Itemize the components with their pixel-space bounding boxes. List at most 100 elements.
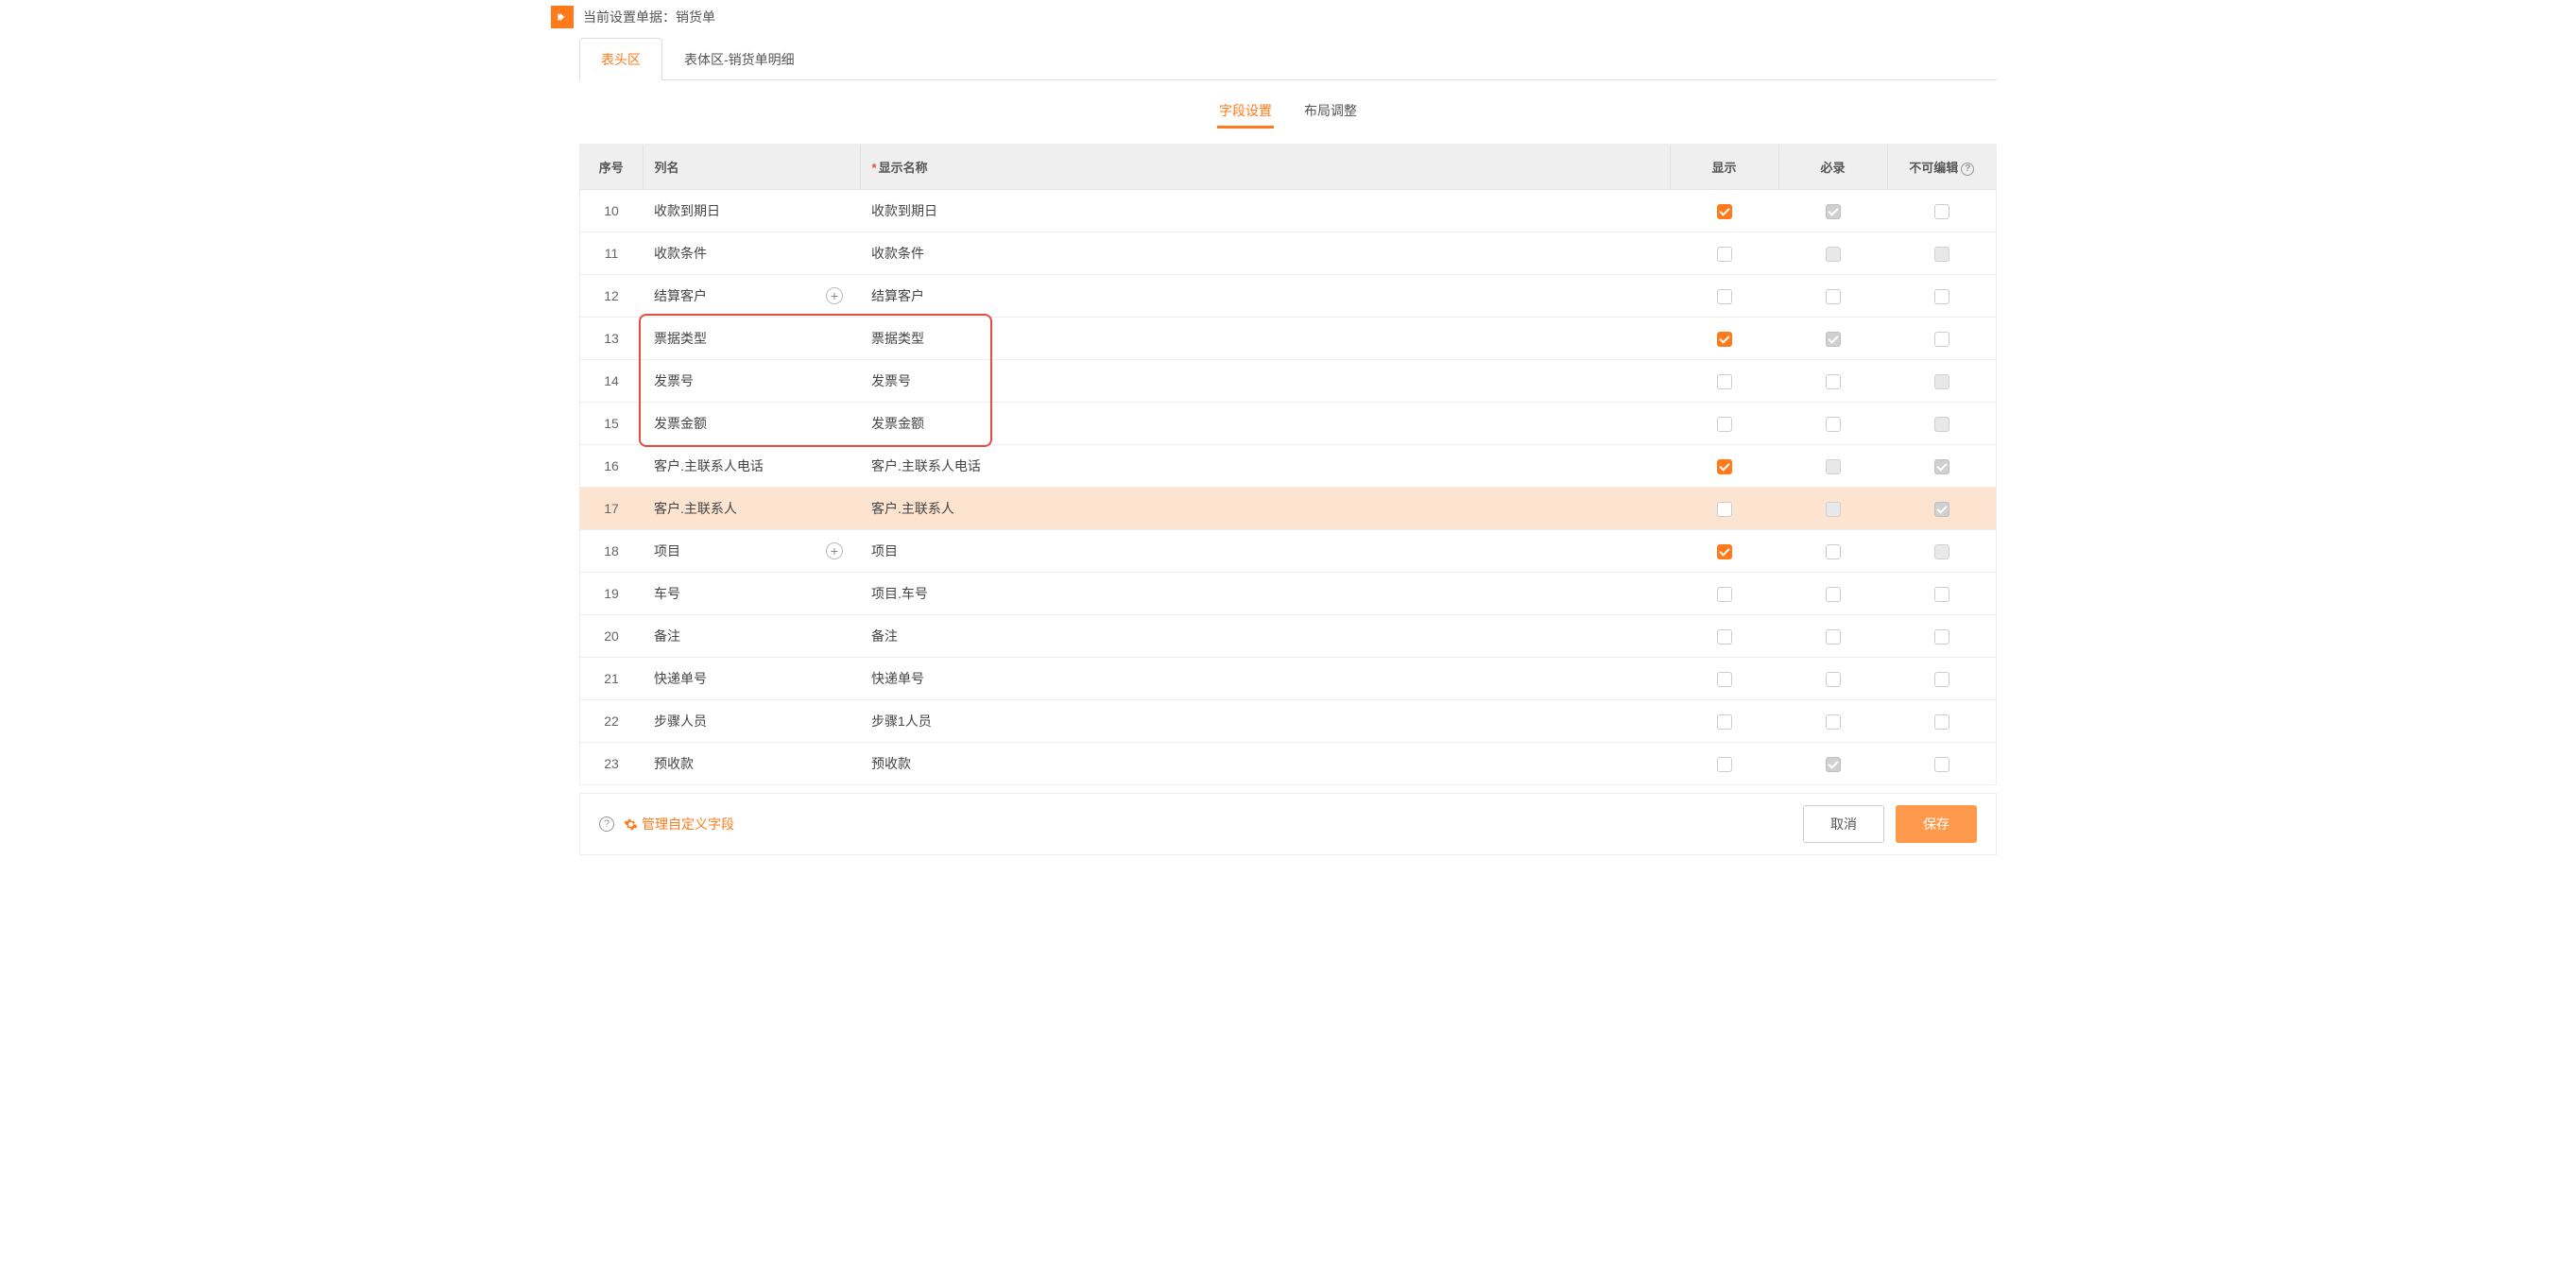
show-checkbox[interactable]: [1717, 417, 1732, 432]
row-seq: 13: [580, 318, 643, 360]
readonly-checkbox[interactable]: [1934, 714, 1949, 730]
show-checkbox[interactable]: [1717, 757, 1732, 772]
show-checkbox[interactable]: [1717, 544, 1732, 559]
show-checkbox[interactable]: [1717, 332, 1732, 347]
show-checkbox[interactable]: [1717, 629, 1732, 645]
required-checkbox[interactable]: [1826, 374, 1841, 389]
row-seq: 20: [580, 615, 643, 658]
row-col-name: 收款到期日: [643, 190, 860, 232]
required-checkbox: [1826, 502, 1841, 517]
readonly-checkbox: [1934, 502, 1949, 517]
help-icon[interactable]: ?: [599, 816, 614, 832]
col-name-header: 列名: [643, 145, 860, 190]
readonly-checkbox[interactable]: [1934, 289, 1949, 304]
show-checkbox[interactable]: [1717, 204, 1732, 219]
readonly-checkbox: [1934, 459, 1949, 474]
row-col-name: 项目+: [643, 530, 860, 573]
table-row: 15发票金额发票金额: [580, 403, 1996, 445]
row-col-name: 发票金额: [643, 403, 860, 445]
sub-tab-0[interactable]: 字段设置: [1217, 95, 1274, 129]
add-sub-field-button[interactable]: +: [826, 287, 843, 304]
readonly-checkbox: [1934, 417, 1949, 432]
cancel-button[interactable]: 取消: [1803, 805, 1884, 843]
row-col-name: 发票号: [643, 360, 860, 403]
row-display-name[interactable]: 快递单号: [860, 658, 1670, 700]
add-sub-field-button[interactable]: +: [826, 542, 843, 559]
readonly-checkbox: [1934, 374, 1949, 389]
row-col-name: 步骤人员: [643, 700, 860, 743]
table-row: 16客户.主联系人电话客户.主联系人电话: [580, 445, 1996, 488]
required-checkbox[interactable]: [1826, 289, 1841, 304]
readonly-checkbox[interactable]: [1934, 672, 1949, 687]
row-display-name[interactable]: 步骤1人员: [860, 700, 1670, 743]
row-display-name[interactable]: 结算客户: [860, 275, 1670, 318]
readonly-checkbox[interactable]: [1934, 629, 1949, 645]
table-row: 10收款到期日收款到期日: [580, 190, 1996, 232]
show-checkbox[interactable]: [1717, 247, 1732, 262]
required-checkbox: [1826, 247, 1841, 262]
readonly-checkbox[interactable]: [1934, 587, 1949, 602]
col-show-header: 显示: [1670, 145, 1778, 190]
row-display-name[interactable]: 项目: [860, 530, 1670, 573]
required-checkbox: [1826, 332, 1841, 347]
row-seq: 14: [580, 360, 643, 403]
show-checkbox[interactable]: [1717, 502, 1732, 517]
required-checkbox[interactable]: [1826, 417, 1841, 432]
row-display-name[interactable]: 客户.主联系人电话: [860, 445, 1670, 488]
required-checkbox[interactable]: [1826, 714, 1841, 730]
col-required-header: 必录: [1778, 145, 1887, 190]
tab-1[interactable]: 表体区-销货单明细: [662, 38, 816, 80]
readonly-checkbox[interactable]: [1934, 332, 1949, 347]
required-checkbox: [1826, 757, 1841, 772]
row-col-name: 车号: [643, 573, 860, 615]
expand-sidebar-button[interactable]: [551, 6, 574, 28]
field-settings-table: 序号 列名 *显示名称 显示 必录 不可编辑? 10收款到期日收款到期日11收款…: [580, 145, 1996, 784]
row-display-name[interactable]: 客户.主联系人: [860, 488, 1670, 530]
readonly-checkbox[interactable]: [1934, 204, 1949, 219]
table-row: 12结算客户+结算客户: [580, 275, 1996, 318]
row-col-name: 票据类型: [643, 318, 860, 360]
page-title: 当前设置单据：销货单: [583, 8, 715, 26]
row-display-name[interactable]: 发票金额: [860, 403, 1670, 445]
table-row: 20备注备注: [580, 615, 1996, 658]
table-row: 17客户.主联系人客户.主联系人: [580, 488, 1996, 530]
readonly-checkbox[interactable]: [1934, 757, 1949, 772]
readonly-checkbox: [1934, 544, 1949, 559]
col-display-header: *显示名称: [860, 145, 1670, 190]
gear-icon: [624, 817, 638, 832]
required-checkbox[interactable]: [1826, 544, 1841, 559]
table-row: 19车号项目.车号: [580, 573, 1996, 615]
sub-tab-1[interactable]: 布局调整: [1302, 95, 1359, 129]
row-seq: 17: [580, 488, 643, 530]
row-display-name[interactable]: 收款条件: [860, 232, 1670, 275]
manage-custom-fields-link[interactable]: 管理自定义字段: [624, 815, 734, 834]
row-display-name[interactable]: 收款到期日: [860, 190, 1670, 232]
row-display-name[interactable]: 备注: [860, 615, 1670, 658]
row-display-name[interactable]: 预收款: [860, 743, 1670, 785]
show-checkbox[interactable]: [1717, 289, 1732, 304]
tab-0[interactable]: 表头区: [579, 38, 662, 80]
chevron-right-icon: [556, 10, 569, 24]
show-checkbox[interactable]: [1717, 459, 1732, 474]
table-row: 21快递单号快递单号: [580, 658, 1996, 700]
readonly-checkbox: [1934, 247, 1949, 262]
required-checkbox[interactable]: [1826, 672, 1841, 687]
show-checkbox[interactable]: [1717, 587, 1732, 602]
show-checkbox[interactable]: [1717, 374, 1732, 389]
row-display-name[interactable]: 发票号: [860, 360, 1670, 403]
save-button[interactable]: 保存: [1896, 805, 1977, 843]
table-row: 22步骤人员步骤1人员: [580, 700, 1996, 743]
required-checkbox[interactable]: [1826, 587, 1841, 602]
required-checkbox[interactable]: [1826, 629, 1841, 645]
show-checkbox[interactable]: [1717, 672, 1732, 687]
row-seq: 19: [580, 573, 643, 615]
table-row: 13票据类型票据类型: [580, 318, 1996, 360]
help-icon[interactable]: ?: [1961, 163, 1974, 176]
row-seq: 11: [580, 232, 643, 275]
row-display-name[interactable]: 票据类型: [860, 318, 1670, 360]
row-seq: 12: [580, 275, 643, 318]
row-seq: 21: [580, 658, 643, 700]
show-checkbox[interactable]: [1717, 714, 1732, 730]
row-seq: 18: [580, 530, 643, 573]
row-display-name[interactable]: 项目.车号: [860, 573, 1670, 615]
